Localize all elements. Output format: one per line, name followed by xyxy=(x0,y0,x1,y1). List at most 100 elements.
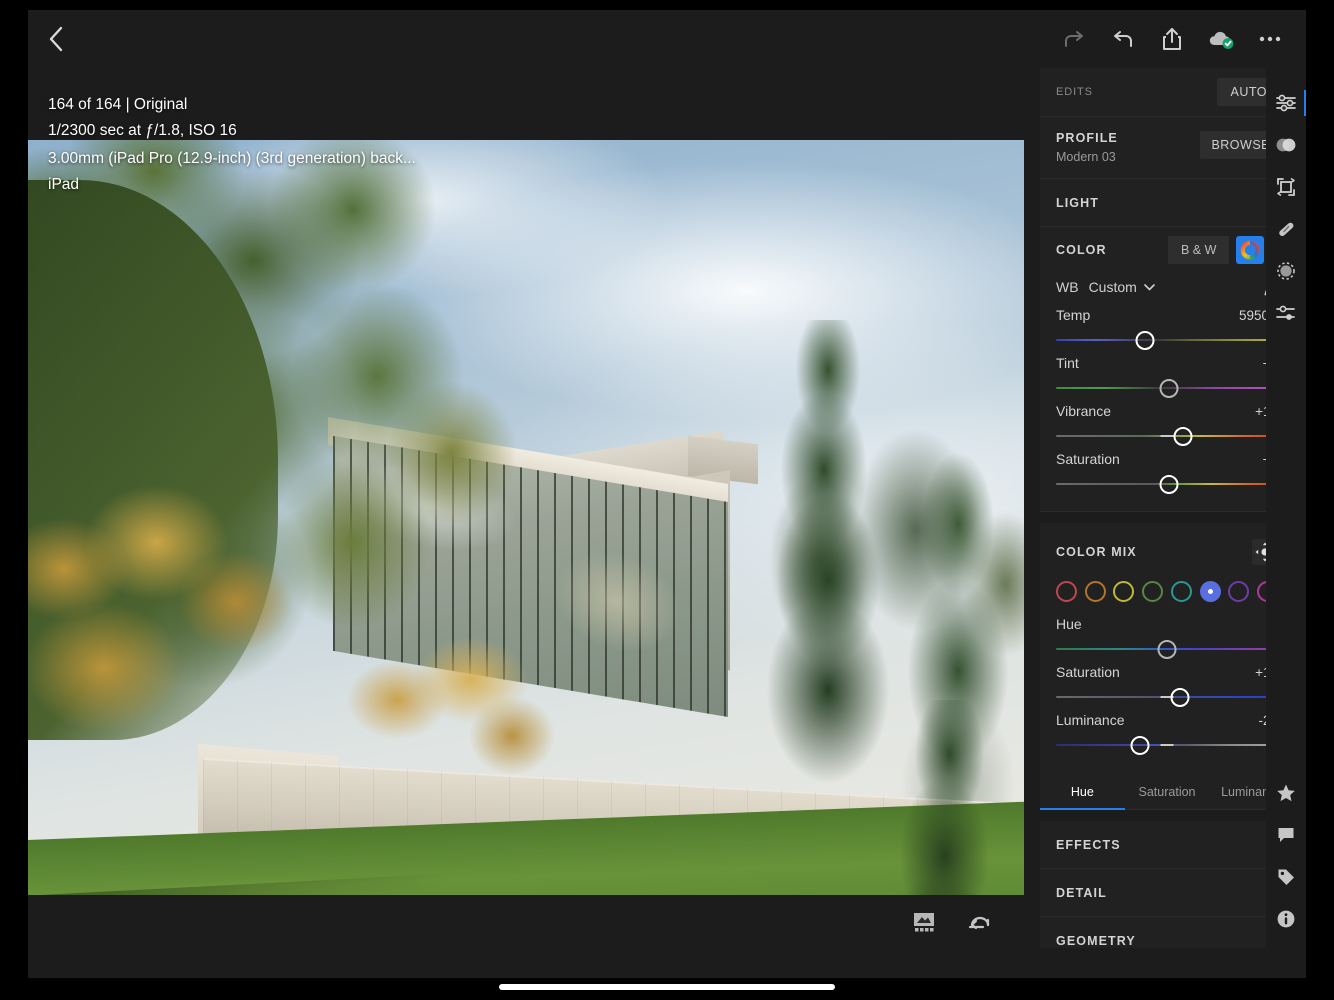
cloud-check-glyph xyxy=(1209,31,1234,49)
profile-value[interactable]: Modern 03 xyxy=(1056,150,1118,164)
swatch-orange[interactable] xyxy=(1084,581,1106,602)
effects-label: EFFECTS xyxy=(1056,837,1121,852)
metadata-line-count: 164 of 164 | Original xyxy=(48,96,188,113)
photo-metadata-overlay: 164 of 164 | Original 1/2300 sec at ƒ/1.… xyxy=(28,68,1024,144)
chevron-left-icon xyxy=(49,26,63,52)
color-swatch-row xyxy=(1056,581,1278,602)
reset-glyph xyxy=(968,916,990,930)
section-geometry[interactable]: GEOMETRY ‹ xyxy=(1040,917,1294,949)
slider-mix-saturation-knob[interactable] xyxy=(1170,687,1190,707)
optics-glyph xyxy=(1276,305,1295,320)
slider-temp-track[interactable] xyxy=(1056,329,1278,351)
tab-saturation[interactable]: Saturation xyxy=(1125,776,1210,809)
reset-icon[interactable] xyxy=(966,908,994,936)
ellipsis-glyph xyxy=(1259,36,1281,42)
comment-icon[interactable] xyxy=(1266,814,1306,856)
info-icon[interactable] xyxy=(1266,898,1306,940)
stage-bottom-toolbar xyxy=(28,896,1024,948)
slider-temp-knob[interactable] xyxy=(1135,330,1155,350)
slider-mix-hue-knob[interactable] xyxy=(1157,639,1177,659)
undo-icon[interactable] xyxy=(1109,25,1137,53)
masking-glyph xyxy=(1276,138,1296,152)
color-wheel-button[interactable] xyxy=(1236,236,1265,264)
white-balance-row: WB Custom xyxy=(1040,273,1294,307)
swatch-purple[interactable] xyxy=(1228,581,1250,602)
tag-glyph xyxy=(1278,869,1294,885)
slider-mix-luminance-knob[interactable] xyxy=(1130,735,1150,755)
tab-hue[interactable]: Hue xyxy=(1040,776,1125,810)
share-icon[interactable] xyxy=(1158,25,1186,53)
section-light[interactable]: LIGHT ‹ xyxy=(1040,179,1294,227)
slider-vibrance-track[interactable] xyxy=(1056,425,1278,447)
profile-label: PROFILE xyxy=(1056,131,1118,145)
crop-glyph xyxy=(1277,177,1295,197)
section-effects[interactable]: EFFECTS ‹ xyxy=(1040,821,1294,869)
swatch-red[interactable] xyxy=(1056,581,1077,602)
tool-rail-top xyxy=(1266,82,1306,334)
swatch-aqua[interactable] xyxy=(1170,581,1192,602)
slider-tint: Tint +6 xyxy=(1040,355,1294,403)
star-rating-icon[interactable] xyxy=(1266,772,1306,814)
slider-mix-saturation-track[interactable] xyxy=(1056,686,1278,708)
wb-label: WB xyxy=(1056,279,1079,295)
swatch-blue[interactable] xyxy=(1199,581,1221,602)
swatch-green[interactable] xyxy=(1142,581,1164,602)
slider-temp-bar xyxy=(1056,339,1278,341)
device-screen: 164 of 164 | Original 1/2300 sec at ƒ/1.… xyxy=(28,10,1306,978)
wb-dropdown[interactable]: Custom xyxy=(1089,279,1155,295)
edit-sliders-glyph xyxy=(1276,94,1296,112)
share-glyph xyxy=(1163,28,1181,50)
edit-sliders-icon[interactable] xyxy=(1266,82,1306,124)
redo-icon[interactable] xyxy=(1060,25,1088,53)
slider-tint-track[interactable] xyxy=(1056,377,1278,399)
profile-text-group: PROFILE Modern 03 xyxy=(1056,131,1118,164)
panel-divider-gap-2 xyxy=(1040,810,1294,821)
slider-vibrance-label: Vibrance xyxy=(1056,403,1112,419)
keyword-tag-icon[interactable] xyxy=(1266,856,1306,898)
more-options-icon[interactable] xyxy=(1256,25,1284,53)
chevron-down-icon xyxy=(1143,283,1155,290)
optics-icon[interactable] xyxy=(1266,292,1306,334)
slider-mix-luminance-track[interactable] xyxy=(1056,734,1278,756)
healing-icon[interactable] xyxy=(1266,208,1306,250)
swatch-yellow[interactable] xyxy=(1113,581,1135,602)
photo-canvas[interactable]: 3.00mm (iPad Pro (12.9-inch) (3rd genera… xyxy=(28,140,1024,895)
slider-mix-saturation-label: Saturation xyxy=(1056,664,1120,680)
slider-saturation-head: Saturation +4 xyxy=(1056,451,1278,467)
back-button[interactable] xyxy=(28,10,84,68)
slider-mix-luminance-label: Luminance xyxy=(1056,712,1125,728)
top-action-icons xyxy=(1060,25,1306,53)
slider-temp-label: Temp xyxy=(1056,307,1091,323)
detail-label: DETAIL xyxy=(1056,885,1107,900)
section-color-mix: COLOR MIX Hue Saturation Luminance Hue S… xyxy=(1040,523,1294,810)
masking-icon[interactable] xyxy=(1266,124,1306,166)
radial-blur-icon[interactable] xyxy=(1266,250,1306,292)
section-detail[interactable]: DETAIL ‹ xyxy=(1040,869,1294,917)
slider-saturation-track[interactable] xyxy=(1056,473,1278,495)
color-mix-label: COLOR MIX xyxy=(1056,545,1137,559)
top-toolbar xyxy=(28,10,1306,68)
slider-mix-hue-label: Hue xyxy=(1056,616,1082,632)
tool-rail xyxy=(1266,68,1306,948)
photo-image xyxy=(28,140,1024,895)
edits-header-row: EDITS AUTO xyxy=(1040,68,1294,117)
bw-toggle-button[interactable]: B & W xyxy=(1168,236,1230,264)
slider-mix-hue: Hue 0 xyxy=(1056,616,1278,664)
profile-section: PROFILE Modern 03 BROWSE xyxy=(1040,117,1294,179)
slider-tint-label: Tint xyxy=(1056,355,1079,371)
redo-glyph xyxy=(1065,31,1083,47)
slider-saturation-label: Saturation xyxy=(1056,451,1120,467)
slider-vibrance-knob[interactable] xyxy=(1173,426,1193,446)
crop-icon[interactable] xyxy=(1266,166,1306,208)
slider-mix-hue-track[interactable] xyxy=(1056,638,1278,660)
info-glyph xyxy=(1277,910,1295,928)
slider-temp-head: Temp 5950K xyxy=(1056,307,1278,323)
healing-brush-glyph xyxy=(1279,222,1294,237)
slider-vibrance-center-tick xyxy=(1160,435,1174,437)
filmstrip-toggle-icon[interactable] xyxy=(910,908,938,936)
slider-tint-knob[interactable] xyxy=(1159,378,1179,398)
slider-vibrance-head: Vibrance +18 xyxy=(1056,403,1278,419)
slider-saturation-knob[interactable] xyxy=(1159,474,1179,494)
cloud-synced-icon[interactable] xyxy=(1207,25,1235,53)
slider-mix-saturation: Saturation +13 xyxy=(1056,664,1278,712)
